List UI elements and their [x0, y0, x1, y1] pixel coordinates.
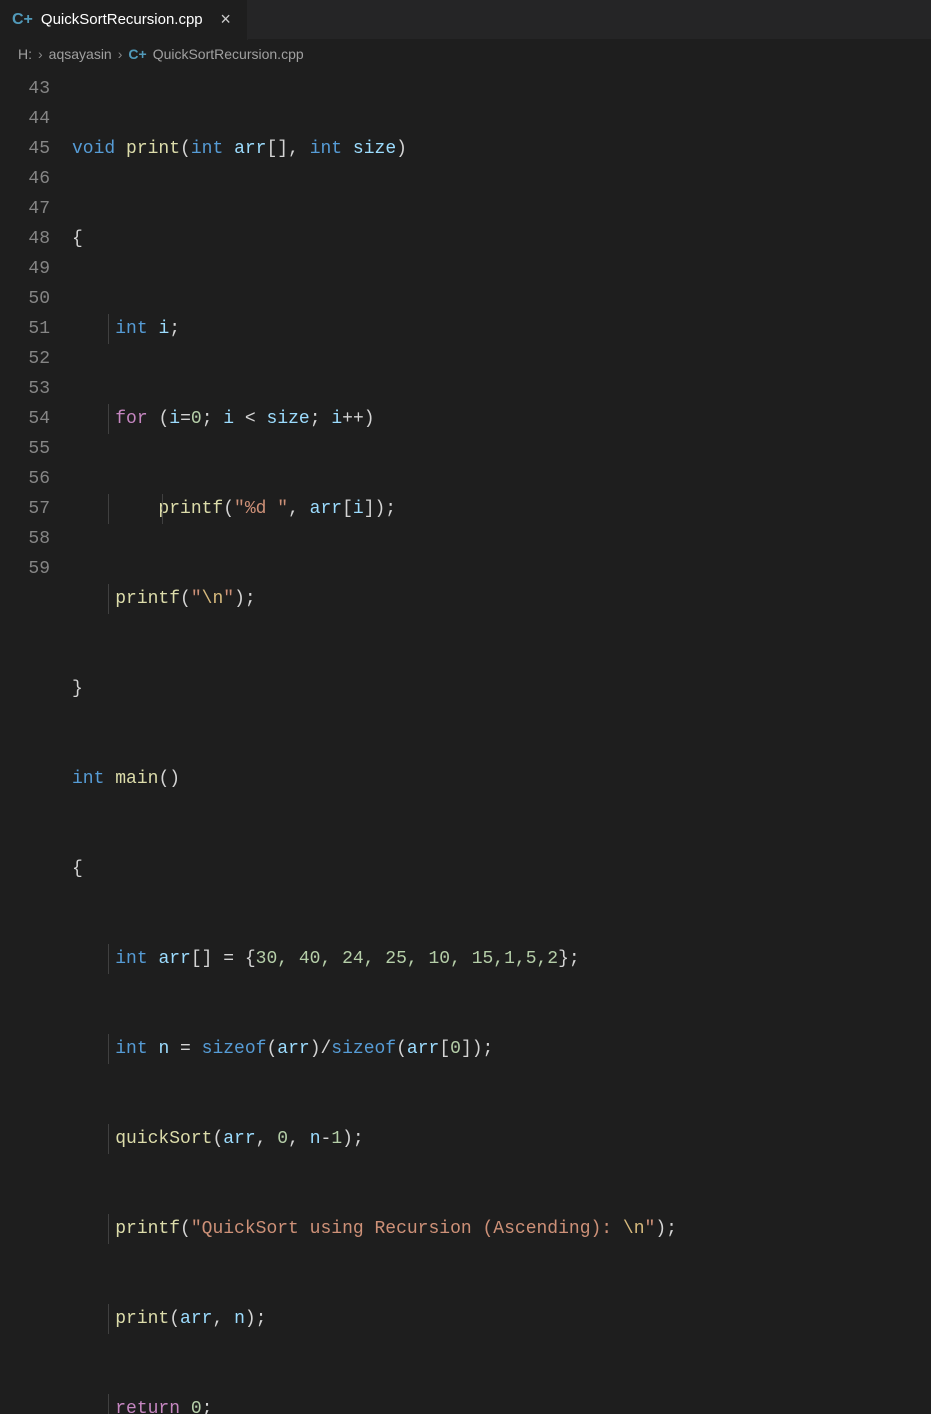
code-line: int n = sizeof(arr)/sizeof(arr[0]);	[72, 1034, 931, 1064]
code-line: printf("QuickSort using Recursion (Ascen…	[72, 1214, 931, 1244]
line-number: 55	[0, 434, 50, 464]
line-number: 44	[0, 104, 50, 134]
code-line: }	[72, 674, 931, 704]
line-number: 51	[0, 314, 50, 344]
line-number: 48	[0, 224, 50, 254]
line-number: 45	[0, 134, 50, 164]
line-number: 46	[0, 164, 50, 194]
cpp-icon: C+	[12, 11, 33, 29]
line-number: 50	[0, 284, 50, 314]
line-number: 53	[0, 374, 50, 404]
tab-bar: C+ QuickSortRecursion.cpp ×	[0, 0, 931, 40]
chevron-right-icon: ›	[118, 46, 123, 62]
chevron-right-icon: ›	[38, 46, 43, 62]
tab-label: QuickSortRecursion.cpp	[41, 11, 203, 28]
line-number: 47	[0, 194, 50, 224]
code-line: quickSort(arr, 0, n-1);	[72, 1124, 931, 1154]
breadcrumb-drive[interactable]: H:	[18, 46, 32, 62]
breadcrumb-folder[interactable]: aqsayasin	[49, 46, 112, 62]
line-numbers: 43 44 45 46 47 48 49 50 51 52 53 54 55 5…	[0, 74, 72, 1414]
code-line: int arr[] = {30, 40, 24, 25, 10, 15,1,5,…	[72, 944, 931, 974]
line-number: 49	[0, 254, 50, 284]
line-number: 57	[0, 494, 50, 524]
line-number: 58	[0, 524, 50, 554]
line-number: 43	[0, 74, 50, 104]
code-line: int i;	[72, 314, 931, 344]
code-line: for (i=0; i < size; i++)	[72, 404, 931, 434]
code-line: print(arr, n);	[72, 1304, 931, 1334]
code-line: void print(int arr[], int size)	[72, 134, 931, 164]
code-line: return 0;	[72, 1394, 931, 1414]
line-number: 59	[0, 554, 50, 584]
code-line: {	[72, 854, 931, 884]
code-line: {	[72, 224, 931, 254]
code-line: int main()	[72, 764, 931, 794]
line-number: 56	[0, 464, 50, 494]
close-icon[interactable]: ×	[217, 9, 235, 30]
line-number: 52	[0, 344, 50, 374]
cpp-icon: C+	[128, 46, 146, 62]
breadcrumb-file[interactable]: QuickSortRecursion.cpp	[153, 46, 304, 62]
tab-active[interactable]: C+ QuickSortRecursion.cpp ×	[0, 0, 248, 40]
line-number: 54	[0, 404, 50, 434]
code-editor[interactable]: 43 44 45 46 47 48 49 50 51 52 53 54 55 5…	[0, 68, 931, 1414]
code-line: printf("%d ", arr[i]);	[72, 494, 931, 524]
breadcrumb: H: › aqsayasin › C+ QuickSortRecursion.c…	[0, 40, 931, 68]
code-line: printf("\n");	[72, 584, 931, 614]
code-content[interactable]: void print(int arr[], int size) { int i;…	[72, 74, 931, 1414]
